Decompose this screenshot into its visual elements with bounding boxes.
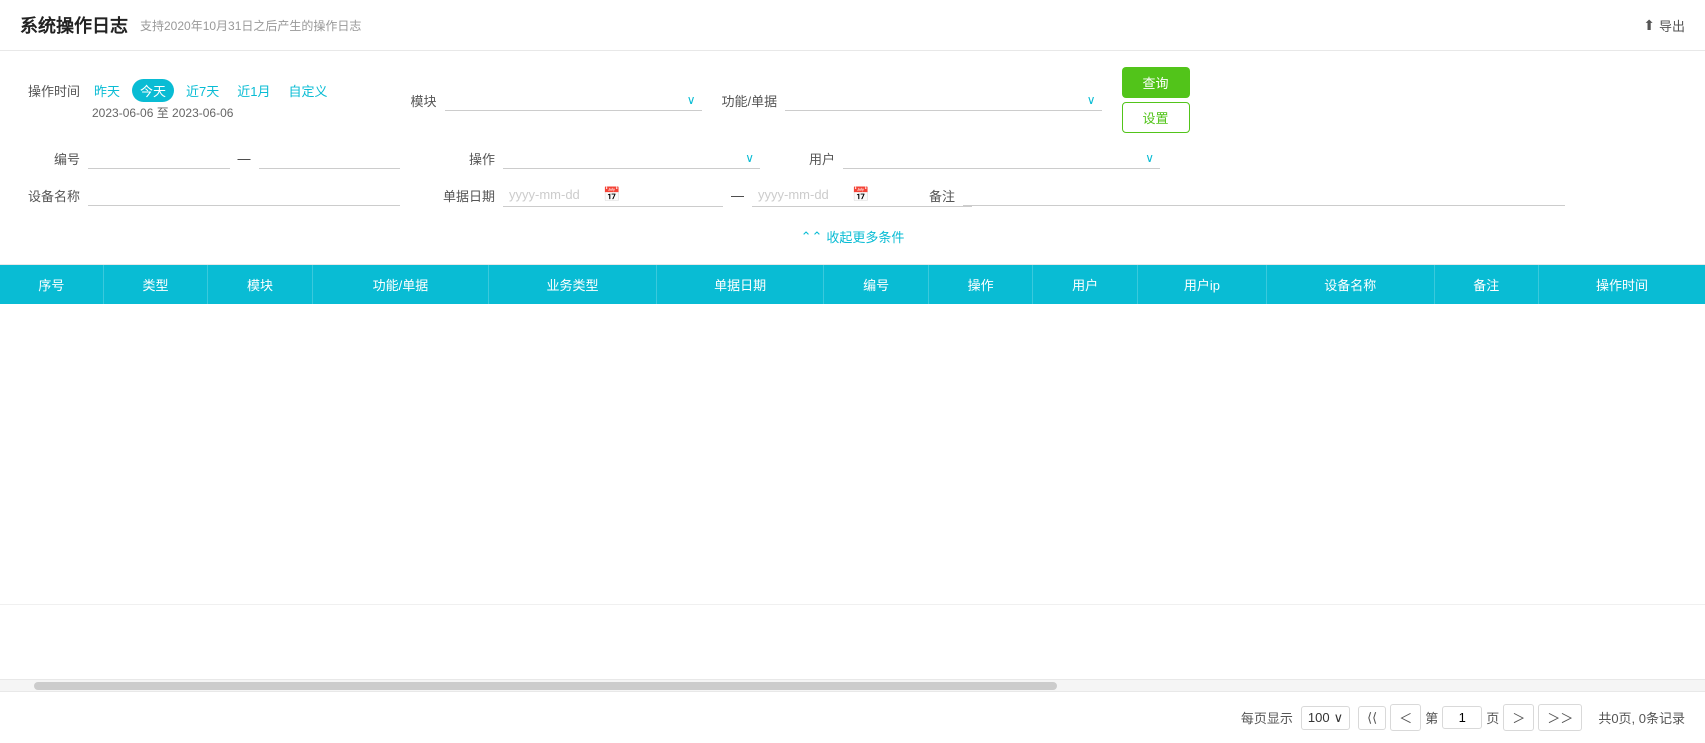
time-label: 操作时间 [20, 81, 80, 100]
device-input[interactable] [88, 184, 400, 206]
prev-page-button[interactable]: ＜ [1390, 704, 1421, 731]
date-label: 单据日期 [440, 186, 495, 205]
time-option-1month[interactable]: 近1月 [231, 79, 276, 102]
per-page-label: 每页显示 [1241, 708, 1293, 727]
filter-user: 用户 ∨ [780, 148, 1160, 169]
col-type: 类型 [103, 265, 207, 304]
time-option-7days[interactable]: 近7天 [180, 79, 225, 102]
user-label: 用户 [780, 149, 835, 168]
module-chevron-icon: ∨ [687, 93, 696, 107]
time-option-today[interactable]: 今天 [132, 79, 174, 102]
per-page-chevron-icon: ∨ [1334, 710, 1344, 726]
empty-cell [0, 304, 1705, 604]
total-info: 共0页, 0条记录 [1598, 708, 1685, 727]
table-header-row: 序号 类型 模块 功能/单据 业务类型 单据日期 编号 操作 用户 用户ip 设… [0, 265, 1705, 304]
page-unit: 页 [1486, 708, 1499, 727]
filter-operation: 操作 ∨ [440, 148, 760, 169]
pagination-nav: ⟨⟨ ＜ 第 页 ＞ ＞＞ [1358, 704, 1582, 731]
export-label: 导出 [1659, 16, 1685, 35]
col-doc-date: 单据日期 [656, 265, 824, 304]
col-operation: 操作 [928, 265, 1032, 304]
page-number-input[interactable] [1442, 706, 1482, 729]
code-to-input[interactable] [259, 147, 401, 169]
collapse-chevron-icon: ⌃⌃ [801, 229, 823, 245]
filter-row-2: 编号 — 操作 ∨ 用户 ∨ [20, 147, 1685, 169]
next-page-button[interactable]: ＞ [1503, 704, 1534, 731]
func-select[interactable]: ∨ [785, 90, 1101, 111]
col-user-ip: 用户ip [1137, 265, 1266, 304]
collapse-bar: ⌃⌃ 收起更多条件 [20, 221, 1685, 256]
export-icon: ⬆ [1643, 17, 1655, 34]
empty-row [0, 304, 1705, 604]
date-from-group: 📅 [503, 183, 723, 207]
page-title: 系统操作日志 [20, 12, 128, 38]
time-option-custom[interactable]: 自定义 [283, 79, 334, 102]
col-func: 功能/单据 [312, 265, 488, 304]
table-body [0, 304, 1705, 604]
first-page-button[interactable]: ⟨⟨ [1358, 706, 1386, 730]
device-label: 设备名称 [20, 186, 80, 205]
date-to-input[interactable] [758, 187, 848, 202]
last-page-button[interactable]: ＞＞ [1538, 704, 1582, 731]
filter-module: 模块 ∨ [382, 90, 702, 111]
page-info: 第 页 [1425, 706, 1499, 729]
col-op-time: 操作时间 [1539, 265, 1705, 304]
operation-select[interactable]: ∨ [503, 148, 760, 169]
code-dash: — [238, 151, 251, 166]
func-label: 功能/单据 [722, 91, 778, 110]
time-range-display: 2023-06-06 至 2023-06-06 [92, 106, 233, 120]
collapse-label: 收起更多条件 [826, 227, 904, 246]
scrollbar-thumb [34, 682, 1057, 690]
col-user: 用户 [1033, 265, 1137, 304]
col-biz-type: 业务类型 [489, 265, 657, 304]
operation-label: 操作 [440, 149, 495, 168]
code-from-input[interactable] [88, 147, 230, 169]
data-table: 序号 类型 模块 功能/单据 业务类型 单据日期 编号 操作 用户 用户ip 设… [0, 265, 1705, 605]
filter-row-1: 操作时间 昨天 今天 近7天 近1月 自定义 2023-06-06 至 2023… [20, 67, 1685, 133]
table-header: 序号 类型 模块 功能/单据 业务类型 单据日期 编号 操作 用户 用户ip 设… [0, 265, 1705, 304]
header-left: 系统操作日志 支持2020年10月31日之后产生的操作日志 [20, 12, 361, 38]
per-page-value: 100 [1308, 710, 1330, 725]
col-remark: 备注 [1434, 265, 1538, 304]
horizontal-scrollbar[interactable] [0, 679, 1705, 691]
user-select[interactable]: ∨ [843, 148, 1160, 169]
page-subtitle: 支持2020年10月31日之后产生的操作日志 [140, 17, 361, 34]
remark-input[interactable] [963, 184, 1565, 206]
col-module: 模块 [208, 265, 312, 304]
export-button[interactable]: ⬆ 导出 [1643, 16, 1685, 35]
func-chevron-icon: ∨ [1087, 93, 1096, 107]
filter-func: 功能/单据 ∨ [722, 90, 1102, 111]
settings-button[interactable]: 设置 [1122, 102, 1190, 133]
filter-area: 操作时间 昨天 今天 近7天 近1月 自定义 2023-06-06 至 2023… [0, 51, 1705, 265]
operation-chevron-icon: ∨ [745, 151, 754, 165]
page-header: 系统操作日志 支持2020年10月31日之后产生的操作日志 ⬆ 导出 [0, 0, 1705, 51]
col-device: 设备名称 [1266, 265, 1434, 304]
table-wrapper: 序号 类型 模块 功能/单据 业务类型 单据日期 编号 操作 用户 用户ip 设… [0, 265, 1705, 679]
filter-row-3: 设备名称 单据日期 📅 — 📅 备注 [20, 183, 1685, 207]
collapse-button[interactable]: ⌃⌃ 收起更多条件 [801, 227, 905, 246]
remark-label: 备注 [900, 186, 955, 205]
pagination: 每页显示 100 ∨ ⟨⟨ ＜ 第 页 ＞ ＞＞ 共0页, 0条记录 [0, 691, 1705, 743]
module-select[interactable]: ∨ [445, 90, 702, 111]
page-wrapper: 系统操作日志 支持2020年10月31日之后产生的操作日志 ⬆ 导出 操作时间 … [0, 0, 1705, 743]
date-dash: — [731, 188, 744, 203]
date-to-calendar-icon[interactable]: 📅 [852, 186, 869, 203]
module-label: 模块 [382, 91, 437, 110]
action-buttons: 查询 设置 [1122, 67, 1190, 133]
user-chevron-icon: ∨ [1145, 151, 1154, 165]
date-from-input[interactable] [509, 187, 599, 202]
query-button[interactable]: 查询 [1122, 67, 1190, 98]
time-option-yesterday[interactable]: 昨天 [88, 79, 126, 102]
per-page-select[interactable]: 100 ∨ [1301, 706, 1350, 730]
page-label: 第 [1425, 708, 1438, 727]
time-options: 昨天 今天 近7天 近1月 自定义 [88, 79, 334, 102]
date-from-calendar-icon[interactable]: 📅 [603, 186, 620, 203]
col-code: 编号 [824, 265, 928, 304]
code-label: 编号 [20, 149, 80, 168]
col-seq: 序号 [0, 265, 103, 304]
